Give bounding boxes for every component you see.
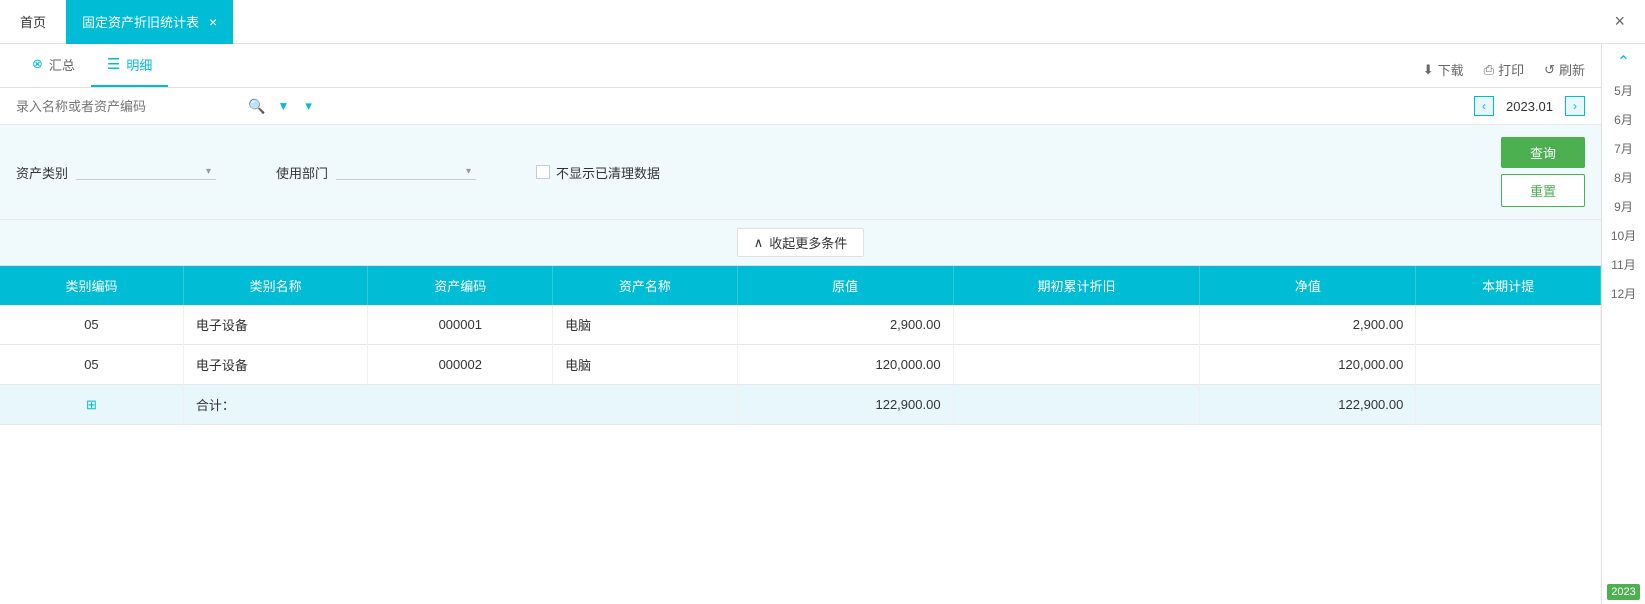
search-icon[interactable]: 🔍 (248, 98, 265, 115)
cell-original-value: 2,900.00 (737, 305, 953, 345)
month-item-10[interactable]: 10月 (1602, 221, 1645, 250)
cell-asset-code: 000001 (368, 305, 553, 345)
sidebar-scroll-up[interactable]: ⌃ (1602, 48, 1645, 76)
col-net-value: 净值 (1200, 266, 1416, 305)
use-department-label: 使用部门 (276, 163, 328, 182)
download-label: 下载 (1438, 60, 1464, 79)
cell-category-code: 05 (0, 345, 183, 385)
col-original-value: 原值 (737, 266, 953, 305)
total-net-value: 122,900.00 (1200, 385, 1416, 425)
collapse-icon: ∧ (754, 235, 764, 251)
refresh-label: 刷新 (1559, 60, 1585, 79)
window-close-icon[interactable]: × (1594, 11, 1645, 32)
hide-cleared-label: 不显示已清理数据 (556, 163, 660, 182)
active-tab[interactable]: 固定资产折旧统计表 × (66, 0, 233, 44)
cell-original-value: 120,000.00 (737, 345, 953, 385)
total-icon-cell: ⊞ (0, 385, 183, 425)
asset-category-arrow-icon[interactable]: ▾ (206, 166, 211, 177)
detail-label: 明细 (126, 55, 152, 74)
reset-button[interactable]: 重置 (1501, 174, 1585, 207)
refresh-icon: ↺ (1544, 62, 1555, 78)
col-category-code: 类别编码 (0, 266, 183, 305)
cell-category-name: 电子设备 (183, 345, 368, 385)
total-original-value: 122,900.00 (737, 385, 953, 425)
month-item-6[interactable]: 6月 (1602, 105, 1645, 134)
cell-net-value: 2,900.00 (1200, 305, 1416, 345)
query-button[interactable]: 查询 (1501, 137, 1585, 168)
cell-asset-name: 电脑 (553, 305, 738, 345)
col-category-name: 类别名称 (183, 266, 368, 305)
nav-home[interactable]: 首页 (0, 12, 66, 31)
cell-accumulated-dep (953, 345, 1200, 385)
table-row[interactable]: 05 电子设备 000002 电脑 120,000.00 120,000.00 (0, 345, 1601, 385)
col-asset-name: 资产名称 (553, 266, 738, 305)
hide-cleared-filter: 不显示已清理数据 (536, 163, 660, 182)
cell-asset-code: 000002 (368, 345, 553, 385)
summary-icon: ⊗ (32, 56, 43, 72)
cell-accumulated-dep (953, 305, 1200, 345)
tab-summary[interactable]: ⊗ 汇总 (16, 44, 91, 87)
month-item-8[interactable]: 8月 (1602, 163, 1645, 192)
tab-label: 固定资产折旧统计表 (82, 12, 199, 31)
use-department-input[interactable] (336, 164, 466, 179)
refresh-button[interactable]: ↺ 刷新 (1544, 60, 1585, 79)
cell-category-name: 电子设备 (183, 305, 368, 345)
month-item-5[interactable]: 5月 (1602, 76, 1645, 105)
print-button[interactable]: ⎙ 打印 (1484, 60, 1524, 79)
asset-category-filter: 资产类别 ▾ (16, 163, 216, 182)
cell-asset-name: 电脑 (553, 345, 738, 385)
cell-net-value: 120,000.00 (1200, 345, 1416, 385)
download-icon: ⬇ (1423, 62, 1434, 78)
total-current-dep (1416, 385, 1601, 425)
current-date: 2023.01 (1506, 99, 1553, 114)
collapse-button[interactable]: ∧ 收起更多条件 (737, 228, 865, 257)
month-item-7[interactable]: 7月 (1602, 134, 1645, 163)
date-nav-prev[interactable]: ‹ (1474, 96, 1494, 116)
total-label-cell: 合计： (183, 385, 737, 425)
chevron-down-icon: ▾ (305, 98, 312, 114)
use-department-filter: 使用部门 ▾ (276, 163, 476, 182)
table-row[interactable]: 05 电子设备 000001 电脑 2,900.00 2,900.00 (0, 305, 1601, 345)
total-grid-icon: ⊞ (86, 397, 97, 412)
asset-category-label: 资产类别 (16, 163, 68, 182)
download-button[interactable]: ⬇ 下载 (1423, 60, 1464, 79)
print-icon: ⎙ (1484, 62, 1494, 78)
hide-cleared-checkbox[interactable] (536, 165, 550, 179)
col-current-depreciation: 本期计提 (1416, 266, 1601, 305)
col-accumulated-depreciation: 期初累计折旧 (953, 266, 1200, 305)
tab-detail[interactable]: ☰ 明细 (91, 44, 168, 87)
asset-category-input[interactable] (76, 164, 206, 179)
collapse-label: 收起更多条件 (769, 233, 847, 252)
month-item-9[interactable]: 9月 (1602, 192, 1645, 221)
print-label: 打印 (1498, 60, 1524, 79)
cell-current-dep (1416, 345, 1601, 385)
filter-icon: ▼ (277, 99, 289, 113)
use-department-arrow-icon[interactable]: ▾ (466, 166, 471, 177)
detail-icon: ☰ (107, 55, 120, 73)
tab-close-icon[interactable]: × (209, 14, 217, 30)
date-nav-next[interactable]: › (1565, 96, 1585, 116)
total-accumulated-dep (953, 385, 1200, 425)
col-asset-code: 资产编码 (368, 266, 553, 305)
table-container: 类别编码 类别名称 资产编码 资产名称 原值 期初累计折旧 净值 本期计提 05… (0, 266, 1601, 604)
cell-current-dep (1416, 305, 1601, 345)
search-input[interactable] (16, 99, 236, 114)
total-row: ⊞ 合计： 122,900.00 122,900.00 (0, 385, 1601, 425)
right-sidebar: ⌃ 5月 6月 7月 8月 9月 10月 11月 12月 2023 (1601, 44, 1645, 604)
month-item-11[interactable]: 11月 (1602, 250, 1645, 279)
year-badge: 2023 (1607, 584, 1639, 600)
cell-category-code: 05 (0, 305, 183, 345)
month-item-12[interactable]: 12月 (1602, 279, 1645, 308)
summary-label: 汇总 (49, 55, 75, 74)
more-conditions-button[interactable]: ▾ (301, 98, 312, 114)
